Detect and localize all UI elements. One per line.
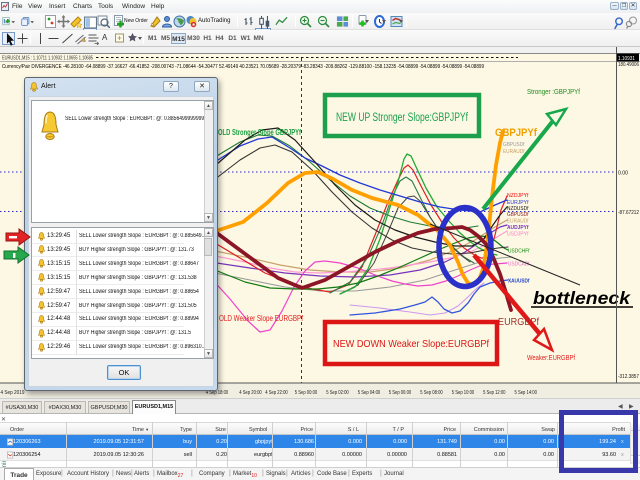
svg-text:Weaker:EURGBPf: Weaker:EURGBPf <box>527 355 575 362</box>
svg-text:5 Sep 04:00: 5 Sep 04:00 <box>358 390 380 396</box>
svg-text:5 Sep 14:00: 5 Sep 14:00 <box>515 390 537 396</box>
svg-text:EURAUDf: EURAUDf <box>503 149 525 155</box>
svg-text:4 Sep 20:00: 4 Sep 20:00 <box>239 390 261 396</box>
svg-text:EURGBPf: EURGBPf <box>498 317 539 328</box>
svg-text:5 Sep 02:00: 5 Sep 02:00 <box>326 390 348 396</box>
svg-text:NEW UP Stronger Slope:GBPJPYf: NEW UP Stronger Slope:GBPJPYf <box>336 112 469 124</box>
svg-text:-312.3857: -312.3857 <box>618 374 639 380</box>
svg-text:USDCHFf: USDCHFf <box>508 249 530 255</box>
svg-text:5 Sep 08:00: 5 Sep 08:00 <box>420 390 442 396</box>
svg-text:OLD Stronger Slope GBPJPYf: OLD Stronger Slope GBPJPYf <box>218 128 301 137</box>
svg-text:Currency/Pair DIVERGENCE -46.2: Currency/Pair DIVERGENCE -46.28100 -64.0… <box>2 64 484 70</box>
svg-text:USDJPYf: USDJPYf <box>507 232 529 238</box>
svg-text:4 Sep 22:00: 4 Sep 22:00 <box>265 390 287 396</box>
svg-text:OLD Weaker Slope EURGBPf: OLD Weaker Slope EURGBPf <box>219 314 304 323</box>
svg-text:NEW DOWN Weaker Slope:EURGBPf: NEW DOWN Weaker Slope:EURGBPf <box>333 338 489 350</box>
svg-text:5 Sep 00:00: 5 Sep 00:00 <box>295 390 317 396</box>
svg-text:-87.67212: -87.67212 <box>618 210 639 216</box>
svg-text:NZDJPYf: NZDJPYf <box>507 193 529 199</box>
svg-text:5 Sep 06:00: 5 Sep 06:00 <box>389 390 411 396</box>
svg-text:XAUUSDf: XAUUSDf <box>508 279 530 285</box>
svg-text:USDCADf: USDCADf <box>508 262 530 268</box>
svg-text:GBPJPYf: GBPJPYf <box>495 127 537 139</box>
svg-text:GBPUSDf: GBPUSDf <box>507 212 529 218</box>
svg-text:Stronger :GBPJPYf: Stronger :GBPJPYf <box>527 89 580 96</box>
svg-text:EURAUDf: EURAUDf <box>507 219 529 225</box>
svg-text:GBPUSDf: GBPUSDf <box>503 142 525 148</box>
svg-text:EURUSD1,M15 : 1.10711 1.10932: EURUSD1,M15 : 1.10711 1.10932 1.10655 1.… <box>2 56 93 62</box>
svg-text:5 Sep 12:00: 5 Sep 12:00 <box>483 390 505 396</box>
svg-text:180.49006: 180.49006 <box>618 62 639 68</box>
svg-text:4 Sep 2019: 4 Sep 2019 <box>1 390 25 396</box>
svg-text:AUDJPYf: AUDJPYf <box>507 225 529 231</box>
svg-text:5 Sep 10:00: 5 Sep 10:00 <box>452 390 474 396</box>
svg-text:0.00: 0.00 <box>618 171 628 177</box>
